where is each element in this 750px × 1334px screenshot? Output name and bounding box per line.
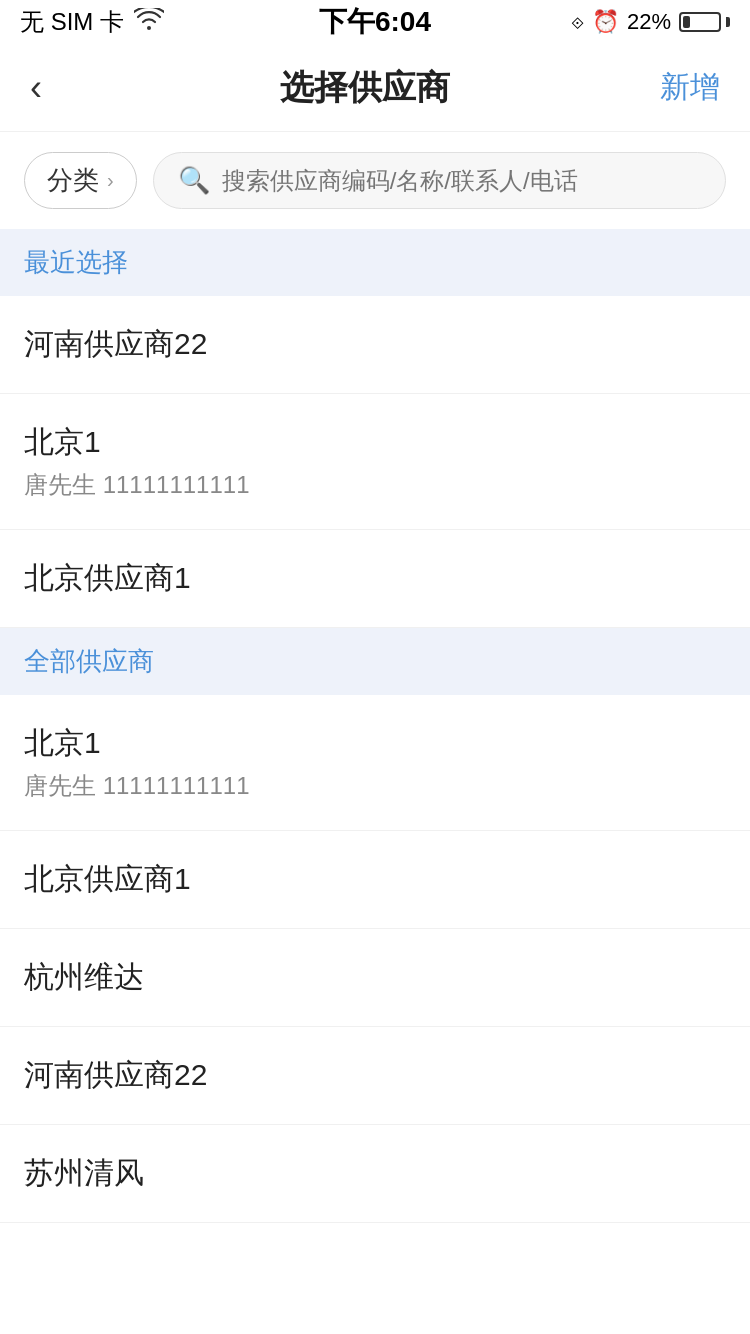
category-button[interactable]: 分类 › [24, 152, 137, 209]
item-name: 北京供应商1 [24, 859, 726, 900]
search-icon: 🔍 [178, 165, 210, 196]
back-button[interactable]: ‹ [30, 67, 90, 109]
wifi-icon [134, 8, 164, 36]
status-time: 下午6:04 [319, 3, 431, 41]
status-bar: 无 SIM 卡 下午6:04 ⟐ ⏰ 22% [0, 0, 750, 44]
item-name: 河南供应商22 [24, 324, 726, 365]
page-title: 选择供应商 [280, 65, 450, 111]
status-right: ⟐ ⏰ 22% [571, 9, 730, 35]
chevron-right-icon: › [107, 169, 114, 192]
all-section-header: 全部供应商 [0, 628, 750, 695]
item-name: 北京供应商1 [24, 558, 726, 599]
recent-list: 河南供应商22 北京1 唐先生 11111111111 北京供应商1 [0, 296, 750, 628]
battery-percent: 22% [627, 9, 671, 35]
list-item[interactable]: 北京1 唐先生 11111111111 [0, 695, 750, 831]
recent-section-title: 最近选择 [24, 247, 128, 277]
battery-icon [679, 12, 730, 32]
status-left: 无 SIM 卡 [20, 6, 164, 38]
list-item[interactable]: 北京供应商1 [0, 831, 750, 929]
search-input[interactable] [222, 167, 701, 195]
item-sub: 唐先生 11111111111 [24, 469, 726, 501]
list-item[interactable]: 北京1 唐先生 11111111111 [0, 394, 750, 530]
list-item[interactable]: 苏州清风 [0, 1125, 750, 1223]
item-sub: 唐先生 11111111111 [24, 770, 726, 802]
item-name: 北京1 [24, 422, 726, 463]
list-item[interactable]: 北京供应商1 [0, 530, 750, 628]
item-name: 杭州维达 [24, 957, 726, 998]
alarm-icon: ⏰ [592, 9, 619, 35]
no-sim-label: 无 SIM 卡 [20, 6, 124, 38]
nav-bar: ‹ 选择供应商 新增 [0, 44, 750, 132]
list-item[interactable]: 河南供应商22 [0, 296, 750, 394]
item-name: 苏州清风 [24, 1153, 726, 1194]
item-name: 河南供应商22 [24, 1055, 726, 1096]
list-item[interactable]: 杭州维达 [0, 929, 750, 1027]
all-section-title: 全部供应商 [24, 646, 154, 676]
add-button[interactable]: 新增 [640, 67, 720, 108]
recent-section-header: 最近选择 [0, 229, 750, 296]
search-box: 🔍 [153, 152, 726, 209]
category-label: 分类 [47, 163, 99, 198]
item-name: 北京1 [24, 723, 726, 764]
list-item[interactable]: 河南供应商22 [0, 1027, 750, 1125]
all-list: 北京1 唐先生 11111111111 北京供应商1 杭州维达河南供应商22 苏州清… [0, 695, 750, 1223]
location-icon: ⟐ [571, 9, 584, 35]
filter-row: 分类 › 🔍 [0, 132, 750, 229]
